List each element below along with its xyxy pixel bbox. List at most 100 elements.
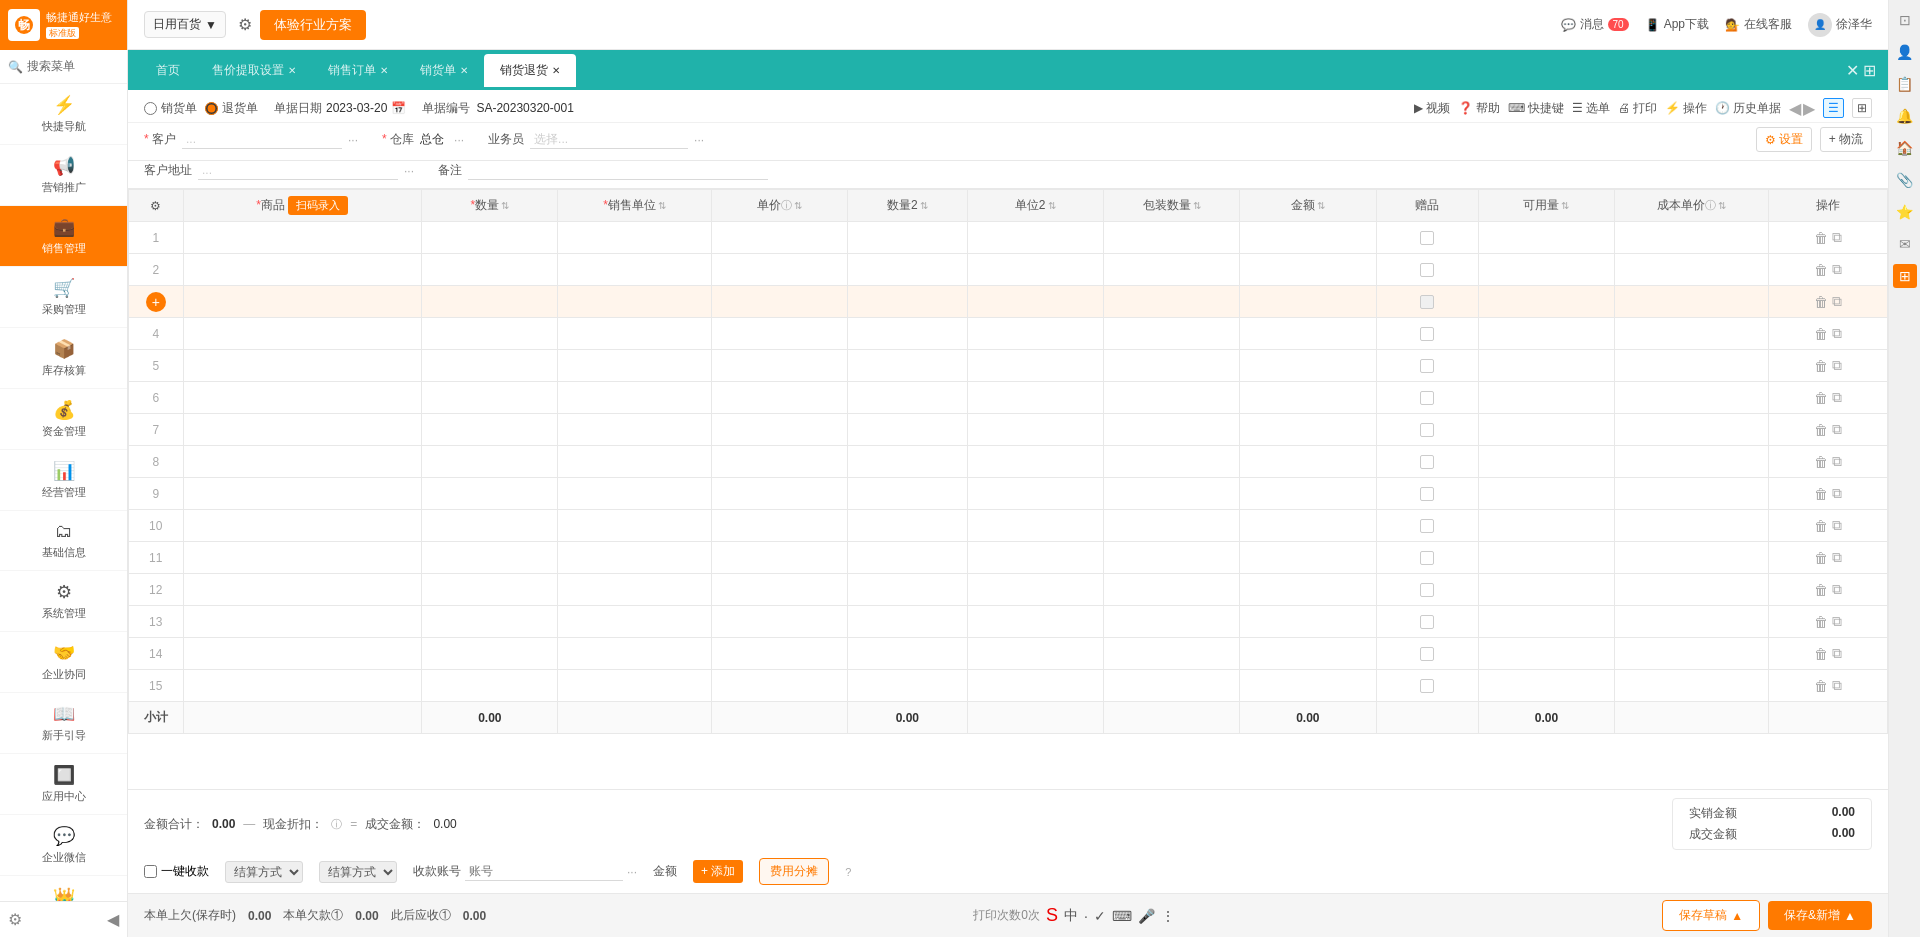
gift-cell-3[interactable] bbox=[1376, 286, 1478, 318]
pkg-cell-3[interactable] bbox=[1103, 286, 1239, 318]
warehouse-dots[interactable]: ··· bbox=[454, 133, 464, 147]
address-dots[interactable]: ··· bbox=[404, 164, 414, 178]
delete-icon-6[interactable]: 🗑 bbox=[1814, 390, 1828, 406]
calendar-icon[interactable]: 📅 bbox=[391, 101, 406, 115]
qty-sort-icon[interactable]: ⇅ bbox=[501, 200, 509, 211]
amount-cell-2[interactable] bbox=[1240, 254, 1376, 286]
unit2-sort-icon[interactable]: ⇅ bbox=[1048, 200, 1056, 211]
delete-icon-12[interactable]: 🗑 bbox=[1814, 582, 1828, 598]
amount-sort-icon[interactable]: ⇅ bbox=[1317, 200, 1325, 211]
prev-arrow[interactable]: ◀ bbox=[1789, 99, 1801, 118]
settings-icon-7[interactable]: ⭐ bbox=[1893, 200, 1917, 224]
add-row-button[interactable]: + bbox=[146, 292, 166, 312]
sidebar-search-item[interactable]: 🔍 搜索菜单 bbox=[0, 50, 127, 84]
onepay-checkbox[interactable] bbox=[144, 865, 157, 878]
sidebar-item-marketing[interactable]: 📢 营销推广 bbox=[0, 145, 127, 206]
print-button[interactable]: 🖨 打印 bbox=[1618, 100, 1657, 117]
gift-checkbox-15[interactable] bbox=[1420, 679, 1434, 693]
history-button[interactable]: 🕐 历史单据 bbox=[1715, 100, 1781, 117]
sidebar-item-business[interactable]: 📊 经营管理 bbox=[0, 450, 127, 511]
qty2-cell-2[interactable] bbox=[848, 254, 967, 286]
collapse-icon[interactable]: ◀ bbox=[107, 910, 119, 929]
add-button[interactable]: + 添加 bbox=[693, 860, 743, 883]
gift-checkbox-6[interactable] bbox=[1420, 391, 1434, 405]
avail-cell-3[interactable] bbox=[1478, 286, 1614, 318]
amount-cell-3[interactable] bbox=[1240, 286, 1376, 318]
unit2-cell-2[interactable] bbox=[967, 254, 1103, 286]
settings-gear-icon[interactable]: ⚙ bbox=[8, 910, 22, 929]
onepay-checkbox-label[interactable]: 一键收款 bbox=[144, 863, 209, 880]
gift-cell-2[interactable] bbox=[1376, 254, 1478, 286]
account-dots[interactable]: ··· bbox=[627, 865, 637, 879]
radio-sale-input[interactable] bbox=[144, 102, 157, 115]
sidebar-item-enterprise[interactable]: 🤝 企业协同 bbox=[0, 632, 127, 693]
sidebar-item-apps[interactable]: 🔲 应用中心 bbox=[0, 754, 127, 815]
qty2-cell-3[interactable] bbox=[848, 286, 967, 318]
daily-selector[interactable]: 日用百货 ▼ bbox=[144, 11, 226, 38]
tab-sales-order-close[interactable]: ✕ bbox=[380, 65, 388, 76]
price-cell-3[interactable] bbox=[711, 286, 847, 318]
gift-checkbox-7[interactable] bbox=[1420, 423, 1434, 437]
sidebar-item-member[interactable]: 👑 畅会员 bbox=[0, 876, 127, 901]
copy-icon-1[interactable]: ⧉ bbox=[1832, 229, 1842, 246]
cost-cell-3[interactable] bbox=[1615, 286, 1768, 318]
cost-info-icon[interactable]: ⓘ bbox=[1705, 199, 1716, 211]
tab-sales-order[interactable]: 销售订单 ✕ bbox=[312, 54, 404, 87]
price-cell-1[interactable] bbox=[711, 222, 847, 254]
delete-icon-14[interactable]: 🗑 bbox=[1814, 646, 1828, 662]
delete-icon-8[interactable]: 🗑 bbox=[1814, 454, 1828, 470]
date-value[interactable]: 2023-03-20 bbox=[326, 101, 387, 115]
copy-icon-14[interactable]: ⧉ bbox=[1832, 645, 1842, 662]
settings-icon-4[interactable]: 🔔 bbox=[1893, 104, 1917, 128]
staff-input[interactable] bbox=[530, 130, 688, 149]
copy-icon-10[interactable]: ⧉ bbox=[1832, 517, 1842, 534]
customer-input[interactable] bbox=[182, 130, 342, 149]
staff-dots[interactable]: ··· bbox=[694, 133, 704, 147]
pkg-cell-1[interactable] bbox=[1103, 222, 1239, 254]
delete-icon-9[interactable]: 🗑 bbox=[1814, 486, 1828, 502]
unit-sort-icon[interactable]: ⇅ bbox=[658, 200, 666, 211]
gift-checkbox-14[interactable] bbox=[1420, 647, 1434, 661]
delete-icon-1[interactable]: 🗑 bbox=[1814, 230, 1828, 246]
copy-icon-9[interactable]: ⧉ bbox=[1832, 485, 1842, 502]
delete-icon-15[interactable]: 🗑 bbox=[1814, 678, 1828, 694]
avail-cell-2[interactable] bbox=[1478, 254, 1614, 286]
product-cell-2[interactable] bbox=[183, 254, 422, 286]
copy-icon-3[interactable]: ⧉ bbox=[1832, 293, 1842, 310]
copy-icon-11[interactable]: ⧉ bbox=[1832, 549, 1842, 566]
set-button[interactable]: ⚙ 设置 bbox=[1756, 127, 1812, 152]
operate-button[interactable]: ⚡ 操作 bbox=[1665, 100, 1707, 117]
qty2-cell-1[interactable] bbox=[848, 222, 967, 254]
tab-price-extract-close[interactable]: ✕ bbox=[288, 65, 296, 76]
unit-cell-2[interactable] bbox=[558, 254, 711, 286]
settings-icon-8[interactable]: ✉ bbox=[1893, 232, 1917, 256]
tab-sales-bill[interactable]: 销货单 ✕ bbox=[404, 54, 484, 87]
copy-icon-5[interactable]: ⧉ bbox=[1832, 357, 1842, 374]
next-arrow[interactable]: ▶ bbox=[1803, 99, 1815, 118]
product-cell-4[interactable] bbox=[183, 318, 422, 350]
tab-sales-return-close[interactable]: ✕ bbox=[552, 65, 560, 76]
radio-return[interactable]: 退货单 bbox=[205, 100, 258, 117]
sidebar-item-basic[interactable]: 🗂 基础信息 bbox=[0, 511, 127, 571]
gift-checkbox-10[interactable] bbox=[1420, 519, 1434, 533]
copy-icon-13[interactable]: ⧉ bbox=[1832, 613, 1842, 630]
settings-icon-9-active[interactable]: ⊞ bbox=[1893, 264, 1917, 288]
select-button[interactable]: ☰ 选单 bbox=[1572, 100, 1610, 117]
pkg-cell-2[interactable] bbox=[1103, 254, 1239, 286]
gift-checkbox-11[interactable] bbox=[1420, 551, 1434, 565]
scan-button[interactable]: 扫码录入 bbox=[288, 196, 348, 215]
cost-cell-1[interactable] bbox=[1615, 222, 1768, 254]
delete-icon-4[interactable]: 🗑 bbox=[1814, 326, 1828, 342]
sidebar-item-shortcut[interactable]: ⚡ 快捷导航 bbox=[0, 84, 127, 145]
copy-icon-7[interactable]: ⧉ bbox=[1832, 421, 1842, 438]
tab-price-extract[interactable]: 售价提取设置 ✕ bbox=[196, 54, 312, 87]
split-button[interactable]: 费用分摊 bbox=[759, 858, 829, 885]
split-help-icon[interactable]: ? bbox=[845, 866, 851, 878]
cost-sort-icon[interactable]: ⇅ bbox=[1718, 200, 1726, 211]
list-view-btn[interactable]: ☰ bbox=[1823, 98, 1844, 118]
pkg-sort-icon[interactable]: ⇅ bbox=[1193, 200, 1201, 211]
product-input-3[interactable] bbox=[188, 295, 418, 309]
sidebar-item-purchase[interactable]: 🛒 采购管理 bbox=[0, 267, 127, 328]
note-input[interactable] bbox=[468, 161, 768, 180]
gift-checkbox-4[interactable] bbox=[1420, 327, 1434, 341]
